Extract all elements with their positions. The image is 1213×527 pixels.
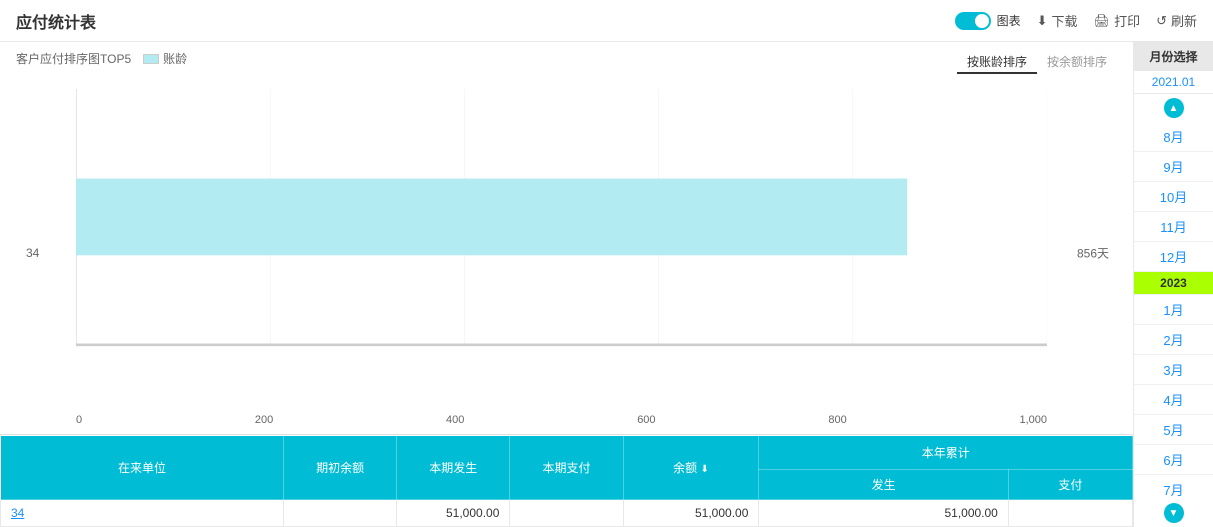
sidebar-nav-down[interactable]: ▼: [1134, 499, 1213, 527]
bar-fill: [76, 179, 907, 256]
month-item-8[interactable]: 8月: [1134, 122, 1213, 152]
sort-tabs: 按账龄排序 按余额排序: [957, 51, 1117, 74]
print-icon: 🖨: [1094, 13, 1111, 29]
sidebar-nav-up[interactable]: ▲: [1134, 94, 1213, 122]
app-header: 应付统计表 图表 ⬇ 下载 🖨 打印 ↺ 刷新: [0, 0, 1213, 42]
summary-table: 在来单位 期初余额 本期发生 本期支付 余额 ⬇ 本年累计 发生 支付: [0, 435, 1133, 527]
col-header-payment: 本期支付: [510, 436, 623, 500]
sidebar-header: 月份选择: [1134, 42, 1213, 71]
sort-tab-by-balance[interactable]: 按余额排序: [1037, 51, 1117, 74]
col-header-ytd: 本年累计: [759, 436, 1133, 470]
page-title: 应付统计表: [16, 9, 96, 33]
table-row: 34 51,000.00 51,000.00 51,000.00: [1, 500, 1133, 527]
sort-tab-by-age[interactable]: 按账龄排序: [957, 51, 1037, 74]
chart-legend-row: 客户应付排序图TOP5 账龄 按账龄排序 按余额排序: [16, 50, 1117, 75]
main-content: 客户应付排序图TOP5 账龄 按账龄排序 按余额排序: [0, 42, 1213, 527]
month-item-1[interactable]: 1月: [1134, 295, 1213, 325]
col-header-unit: 在来单位: [1, 436, 284, 500]
cell-ytd-payment: [1008, 500, 1132, 527]
month-item-2[interactable]: 2月: [1134, 325, 1213, 355]
cell-opening: [284, 500, 397, 527]
month-item-7[interactable]: 7月: [1134, 475, 1213, 499]
legend-text: 客户应付排序图TOP5: [16, 50, 131, 67]
chart-section: 客户应付排序图TOP5 账龄 按账龄排序 按余额排序: [0, 42, 1133, 527]
bar-end-label: 856天: [1077, 244, 1109, 261]
nav-down-button[interactable]: ▼: [1164, 503, 1184, 523]
month-item-6[interactable]: 6月: [1134, 445, 1213, 475]
bar-y-label: 34: [26, 246, 39, 260]
col-header-balance: 余额 ⬇: [623, 436, 759, 500]
toggle-knob: [975, 14, 989, 28]
legend-item: 账龄: [143, 50, 187, 67]
refresh-button[interactable]: ↺ 刷新: [1156, 11, 1197, 30]
sidebar-current-month: 2021.01: [1134, 71, 1213, 94]
month-item-4[interactable]: 4月: [1134, 385, 1213, 415]
month-item-3[interactable]: 3月: [1134, 355, 1213, 385]
chart-legend: 客户应付排序图TOP5 账龄: [16, 50, 187, 67]
month-item-10[interactable]: 10月: [1134, 182, 1213, 212]
month-sidebar: 月份选择 2021.01 ▲ 8月 9月 10月 11月 12月 2023 1月…: [1133, 42, 1213, 527]
cell-occurrence: 51,000.00: [397, 500, 510, 527]
cell-ytd-occurrence: 51,000.00: [759, 500, 1008, 527]
col-header-ytd-occurrence: 发生: [759, 470, 1008, 500]
year-marker-2023: 2023: [1134, 272, 1213, 295]
month-item-9[interactable]: 9月: [1134, 152, 1213, 182]
chart-toggle-wrap[interactable]: 图表: [955, 12, 1021, 30]
col-header-ytd-payment: 支付: [1008, 470, 1132, 500]
col-header-occurrence: 本期发生: [397, 436, 510, 500]
download-icon: ⬇: [1037, 13, 1048, 29]
toggle-label: 图表: [997, 12, 1021, 29]
chart-toggle[interactable]: [955, 12, 991, 30]
cell-payment: [510, 500, 623, 527]
month-item-12[interactable]: 12月: [1134, 242, 1213, 272]
cell-balance: 51,000.00: [623, 500, 759, 527]
cell-unit[interactable]: 34: [1, 500, 284, 527]
sidebar-months-list: 8月 9月 10月 11月 12月 2023 1月 2月 3月 4月 5月 6月…: [1134, 122, 1213, 499]
month-item-11[interactable]: 11月: [1134, 212, 1213, 242]
download-button[interactable]: ⬇ 下载: [1037, 11, 1078, 30]
table-section: 在来单位 期初余额 本期发生 本期支付 余额 ⬇ 本年累计 发生 支付: [0, 434, 1133, 527]
refresh-icon: ↺: [1156, 13, 1167, 29]
chart-container: 客户应付排序图TOP5 账龄 按账龄排序 按余额排序: [0, 42, 1133, 434]
print-button[interactable]: 🖨 打印: [1094, 11, 1141, 30]
nav-up-button[interactable]: ▲: [1164, 98, 1184, 118]
legend-color-label: 账龄: [163, 50, 187, 67]
col-header-opening: 期初余额: [284, 436, 397, 500]
legend-color-box: [143, 54, 159, 64]
month-item-5[interactable]: 5月: [1134, 415, 1213, 445]
x-axis-labels: 0 200 400 600 800 1,000: [76, 414, 1047, 426]
header-actions: 图表 ⬇ 下载 🖨 打印 ↺ 刷新: [955, 11, 1197, 30]
